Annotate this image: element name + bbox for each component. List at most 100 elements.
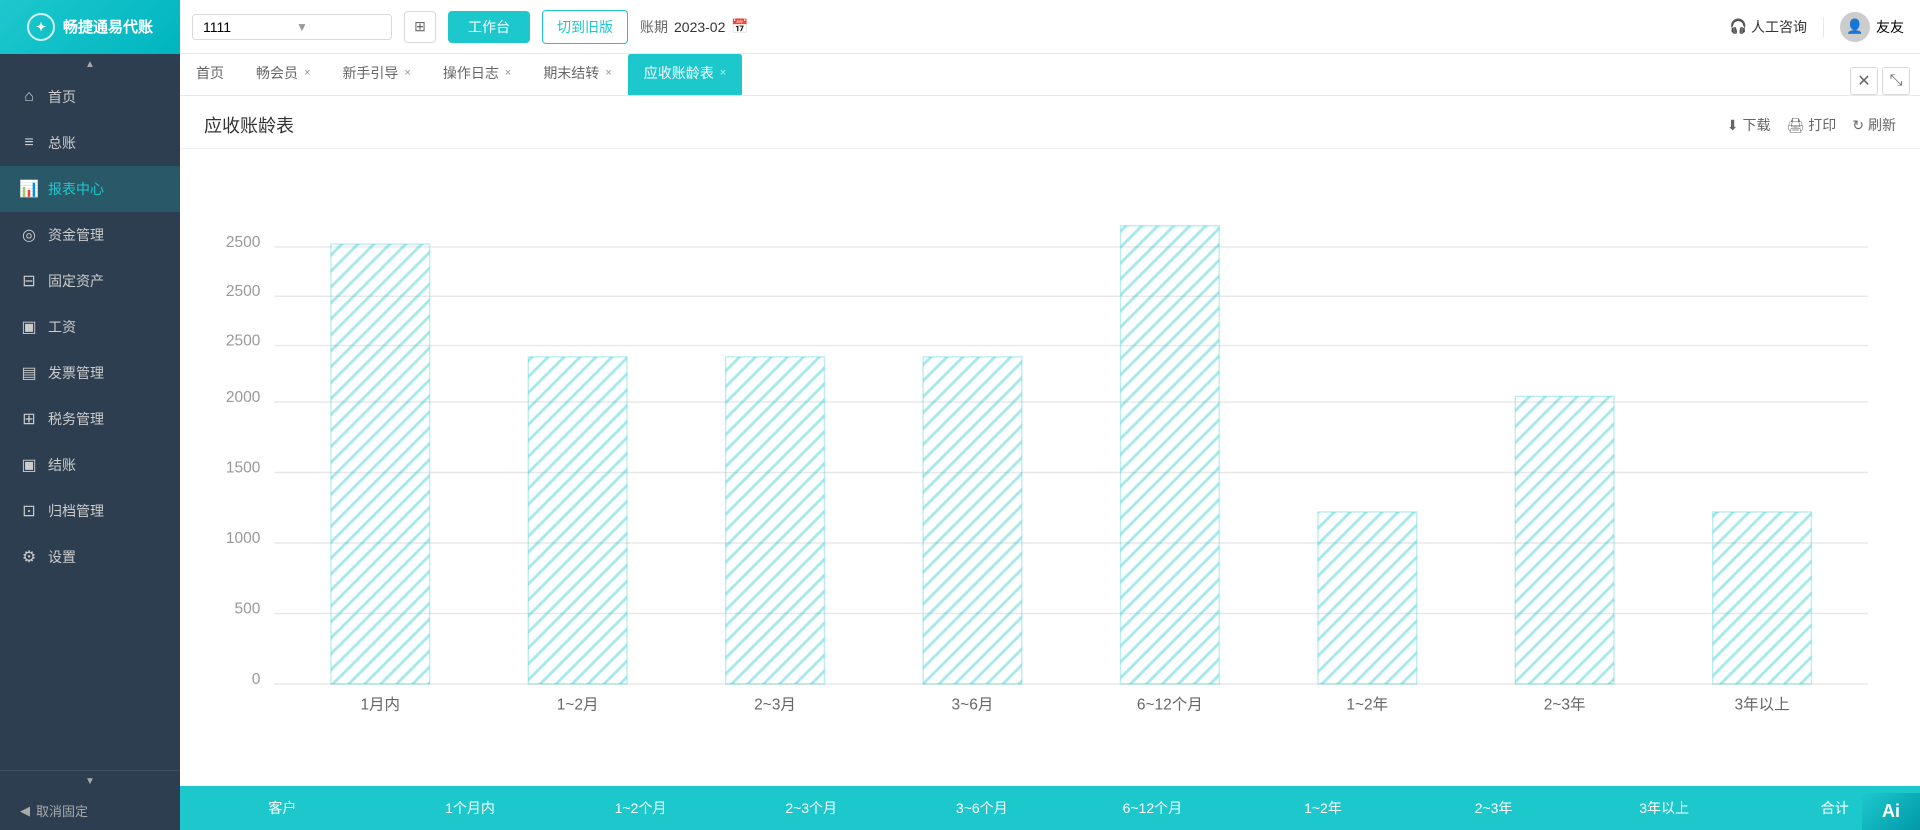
- tab-member[interactable]: 畅会员 ×: [240, 54, 326, 95]
- consult-button[interactable]: 🎧 人工咨询: [1730, 17, 1807, 37]
- sidebar-label-tax: 税务管理: [48, 409, 104, 429]
- home-icon: ⌂: [20, 88, 38, 106]
- col-1-2year: 1~2年: [1238, 798, 1409, 818]
- refresh-label: 刷新: [1868, 115, 1896, 135]
- col-1month: 1个月内: [385, 798, 556, 818]
- tab-period-end[interactable]: 期末结转 ×: [527, 54, 627, 95]
- ai-label: Ai: [1882, 801, 1900, 821]
- print-label: 打印: [1808, 115, 1836, 135]
- tab-member-label: 畅会员: [256, 63, 298, 83]
- x-label-2: 1~2月: [557, 696, 599, 713]
- sidebar-scroll-up[interactable]: ▲: [0, 54, 180, 74]
- checkout-icon: ▣: [20, 456, 38, 474]
- expand-tabs-button[interactable]: ⤡: [1882, 67, 1910, 95]
- app-header: ✦ 畅捷通易代账 1111 ▼ ⊞ 工作台 切到旧版 账期 2023-02 📅 …: [0, 0, 1920, 54]
- sidebar-label-funds: 资金管理: [48, 225, 104, 245]
- x-label-5: 6~12个月: [1137, 695, 1203, 713]
- company-selector[interactable]: 1111 ▼: [192, 14, 392, 40]
- y-label-2500-1: 2500: [226, 333, 261, 350]
- tab-home[interactable]: 首页: [180, 54, 240, 95]
- tabs-actions: ✕ ⤡: [1840, 67, 1920, 95]
- close-icon[interactable]: ×: [605, 67, 611, 79]
- sidebar-item-assets[interactable]: ⊟ 固定资产: [0, 258, 180, 304]
- user-name: 友友: [1876, 17, 1904, 37]
- pin-icon: ◀: [20, 803, 30, 819]
- y-label-2500-3: 2500: [226, 234, 261, 251]
- close-all-icon: ✕: [1857, 71, 1870, 91]
- close-icon[interactable]: ×: [720, 67, 726, 79]
- archive-icon: ⊡: [20, 502, 38, 520]
- refresh-icon: ↻: [1852, 117, 1864, 134]
- page-header: 应收账龄表 ⬇ 下载 🖨 打印 ↻ 刷新: [180, 96, 1920, 149]
- tab-period-end-label: 期末结转: [543, 63, 599, 83]
- period-label: 账期: [640, 17, 668, 37]
- sidebar-label-settings: 设置: [48, 547, 76, 567]
- main-layout: ▲ ⌂ 首页 ≡ 总账 📊 报表中心 ◎ 资金管理 ⊟ 固定资产 ▣ 工资 ▤ …: [0, 54, 1920, 830]
- sidebar-item-settings[interactable]: ⚙ 设置: [0, 534, 180, 580]
- sidebar-item-reports[interactable]: 📊 报表中心: [0, 166, 180, 212]
- workbench-button[interactable]: 工作台: [448, 11, 530, 43]
- content-area: 首页 畅会员 × 新手引导 × 操作日志 × 期末结转 × 应收账龄表 ×: [180, 54, 1920, 830]
- sidebar-scroll-down[interactable]: ▼: [0, 771, 180, 791]
- col-6-12month: 6~12个月: [1067, 798, 1238, 818]
- cancel-fixed-button[interactable]: ◀ 取消固定: [0, 791, 180, 830]
- tab-home-label: 首页: [196, 63, 224, 83]
- ai-badge[interactable]: Ai: [1862, 793, 1920, 830]
- chevron-down-icon: ▼: [296, 20, 381, 34]
- close-icon[interactable]: ×: [505, 67, 511, 79]
- sidebar-item-salary[interactable]: ▣ 工资: [0, 304, 180, 350]
- sidebar-item-archive[interactable]: ⊡ 归档管理: [0, 488, 180, 534]
- sidebar-item-tax[interactable]: ⊞ 税务管理: [0, 396, 180, 442]
- sidebar-label-checkout: 结账: [48, 455, 76, 475]
- sidebar-item-invoice[interactable]: ▤ 发票管理: [0, 350, 180, 396]
- expand-icon: ⤡: [1890, 72, 1903, 90]
- bar-1-2nian: [1318, 512, 1417, 684]
- company-name: 1111: [203, 19, 288, 35]
- consult-label: 人工咨询: [1751, 17, 1807, 37]
- sidebar-item-checkout[interactable]: ▣ 结账: [0, 442, 180, 488]
- user-area[interactable]: 👤 友友: [1840, 12, 1904, 42]
- print-icon: 🖨: [1786, 117, 1804, 134]
- close-all-button[interactable]: ✕: [1850, 67, 1878, 95]
- copy-button[interactable]: ⊞: [404, 11, 436, 43]
- chart-container: 0 500 1000 1500 2000 2500 2500 2500: [180, 149, 1920, 786]
- y-label-500: 500: [235, 601, 261, 618]
- col-3year-plus: 3年以上: [1579, 798, 1750, 818]
- sidebar-label-home: 首页: [48, 87, 76, 107]
- sidebar-label-archive: 归档管理: [48, 501, 104, 521]
- sidebar-item-home[interactable]: ⌂ 首页: [0, 74, 180, 120]
- tab-guide-label: 新手引导: [342, 63, 398, 83]
- bar-chart: 0 500 1000 1500 2000 2500 2500 2500: [204, 159, 1896, 786]
- logo: ✦ 畅捷通易代账: [0, 0, 180, 54]
- close-icon[interactable]: ×: [304, 67, 310, 79]
- x-label-4: 3~6月: [952, 696, 994, 713]
- close-icon[interactable]: ×: [404, 67, 410, 79]
- sidebar-item-ledger[interactable]: ≡ 总账: [0, 120, 180, 166]
- logo-icon: ✦: [27, 13, 55, 41]
- tab-aging-label: 应收账龄表: [644, 63, 714, 83]
- logo-text: 畅捷通易代账: [63, 16, 153, 37]
- invoice-icon: ▤: [20, 364, 38, 382]
- table-header-row: 客户 1个月内 1~2个月 2~3个月 3~6个月 6~12个月 1~2年 2~…: [180, 786, 1920, 830]
- sidebar-item-funds[interactable]: ◎ 资金管理: [0, 212, 180, 258]
- tab-aging[interactable]: 应收账龄表 ×: [628, 54, 742, 95]
- refresh-button[interactable]: ↻ 刷新: [1852, 115, 1896, 135]
- print-button[interactable]: 🖨 打印: [1786, 115, 1836, 135]
- assets-icon: ⊟: [20, 272, 38, 290]
- col-3-6month: 3~6个月: [896, 798, 1067, 818]
- x-label-1: 1月内: [360, 695, 400, 713]
- calendar-icon[interactable]: 📅: [731, 18, 748, 35]
- bar-3-6yue: [923, 357, 1022, 684]
- sidebar-label-reports: 报表中心: [48, 179, 104, 199]
- settings-icon: ⚙: [20, 548, 38, 566]
- page-actions: ⬇ 下载 🖨 打印 ↻ 刷新: [1727, 115, 1896, 135]
- sidebar-label-salary: 工资: [48, 317, 76, 337]
- tab-guide[interactable]: 新手引导 ×: [326, 54, 426, 95]
- tab-oplog[interactable]: 操作日志 ×: [427, 54, 527, 95]
- ledger-icon: ≡: [20, 134, 38, 152]
- y-label-2000: 2000: [226, 389, 261, 406]
- download-button[interactable]: ⬇ 下载: [1727, 115, 1771, 135]
- switch-version-button[interactable]: 切到旧版: [542, 10, 628, 44]
- col-2-3year: 2~3年: [1408, 798, 1579, 818]
- col-customer: 客户: [180, 798, 385, 818]
